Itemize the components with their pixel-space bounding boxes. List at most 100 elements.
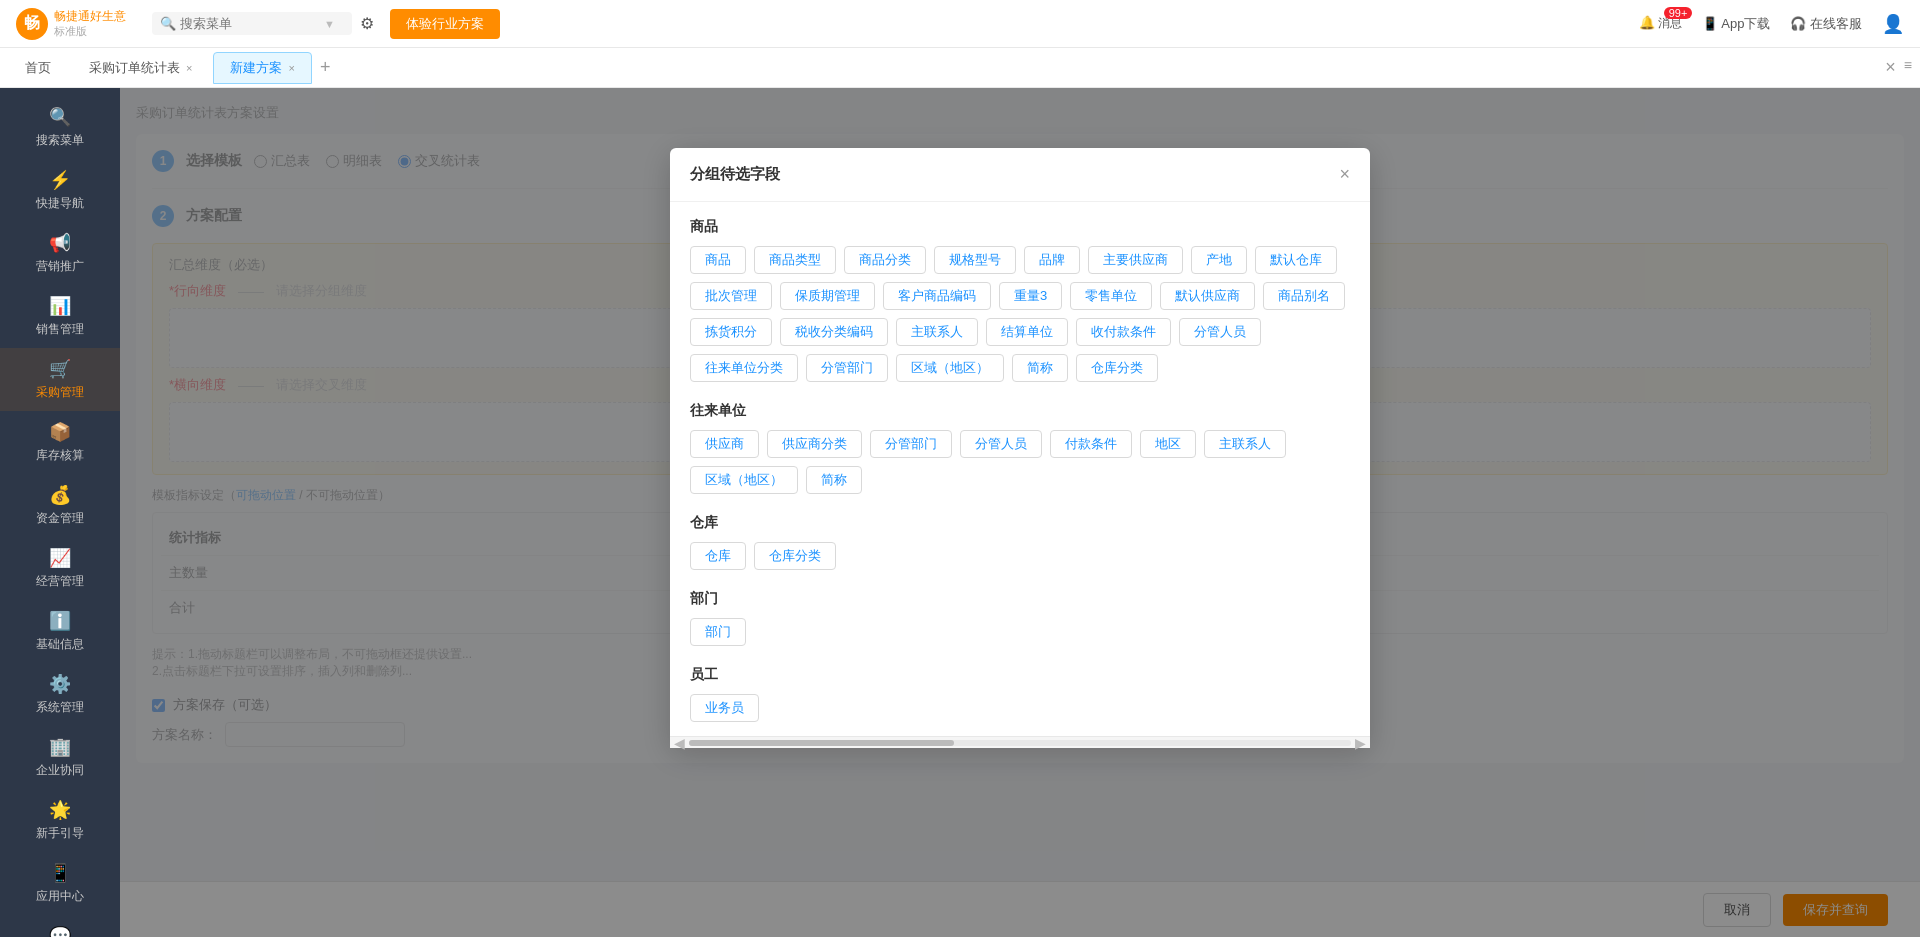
sidebar-item-quick-nav-label: 快捷导航: [36, 195, 84, 212]
online-service-label: 在线客服: [1810, 16, 1862, 31]
tag-warehouse-cat[interactable]: 仓库分类: [1076, 354, 1158, 382]
tag-salesperson[interactable]: 业务员: [690, 694, 759, 722]
appcenter-icon: 📱: [49, 862, 71, 884]
tab-purchase-close-icon[interactable]: ×: [186, 62, 192, 74]
tag-partner-category[interactable]: 往来单位分类: [690, 354, 798, 382]
tag-tax-code[interactable]: 税收分类编码: [780, 318, 888, 346]
user-avatar[interactable]: 👤: [1882, 13, 1904, 35]
logo-icon: 畅: [16, 8, 48, 40]
sidebar-item-inventory-label: 库存核算: [36, 447, 84, 464]
tag-main-contact2[interactable]: 主联系人: [1204, 430, 1286, 458]
app-download[interactable]: 📱 App下载: [1702, 15, 1770, 33]
operation-icon: 📈: [49, 547, 71, 569]
sidebar-item-wechat[interactable]: 💬 企业微信: [0, 915, 120, 937]
tab-menu-icon[interactable]: ≡: [1904, 57, 1912, 78]
sidebar-item-system[interactable]: ⚙️ 系统管理: [0, 663, 120, 726]
tab-home-label: 首页: [25, 59, 51, 77]
sidebar-item-quick-nav[interactable]: ⚡ 快捷导航: [0, 159, 120, 222]
section-employee: 员工 业务员: [690, 666, 1350, 722]
tab-home[interactable]: 首页: [8, 52, 68, 84]
tag-goods[interactable]: 商品: [690, 246, 746, 274]
tag-spec-type[interactable]: 规格型号: [934, 246, 1016, 274]
notification-badge[interactable]: 🔔 99+ 消息: [1639, 15, 1683, 32]
tag-shelf-life[interactable]: 保质期管理: [780, 282, 875, 310]
sidebar-item-newbie[interactable]: 🌟 新手引导: [0, 789, 120, 852]
scroll-right-arrow[interactable]: ▶: [1355, 735, 1366, 751]
tag-pick-points[interactable]: 拣货积分: [690, 318, 772, 346]
sidebar-item-system-label: 系统管理: [36, 699, 84, 716]
horizontal-scrollbar[interactable]: [689, 740, 1351, 746]
sidebar-item-sales[interactable]: 📊 销售管理: [0, 285, 120, 348]
tab-new-plan-close-icon[interactable]: ×: [288, 62, 294, 74]
tab-new-plan-label: 新建方案: [230, 59, 282, 77]
sidebar-item-enterprise[interactable]: 🏢 企业协同: [0, 726, 120, 789]
tag-dept-mgmt[interactable]: 分管部门: [806, 354, 888, 382]
settings-gear-icon[interactable]: ⚙: [360, 14, 374, 33]
section-partner-tags: 供应商 供应商分类 分管部门 分管人员 付款条件 地区 主联系人 区域（地区） …: [690, 430, 1350, 494]
tag-origin[interactable]: 产地: [1191, 246, 1247, 274]
tag-main-supplier[interactable]: 主要供应商: [1088, 246, 1183, 274]
tag-retail-unit[interactable]: 零售单位: [1070, 282, 1152, 310]
sidebar-item-operation[interactable]: 📈 经营管理: [0, 537, 120, 600]
experience-btn[interactable]: 体验行业方案: [390, 9, 500, 39]
tag-supplier[interactable]: 供应商: [690, 430, 759, 458]
sidebar-item-purchase-label: 采购管理: [36, 384, 84, 401]
tag-dept-person2[interactable]: 分管人员: [960, 430, 1042, 458]
headset-icon: 🎧: [1790, 16, 1806, 31]
tag-region[interactable]: 区域（地区）: [896, 354, 1004, 382]
tag-main-contact[interactable]: 主联系人: [896, 318, 978, 346]
tag-payment-terms[interactable]: 收付款条件: [1076, 318, 1171, 346]
modal-scrollbar-area[interactable]: ◀ ▶: [670, 736, 1370, 748]
tag-area2[interactable]: 地区: [1140, 430, 1196, 458]
tag-manager[interactable]: 分管人员: [1179, 318, 1261, 346]
section-employee-tags: 业务员: [690, 694, 1350, 722]
tab-purchase-stats[interactable]: 采购订单统计表 ×: [72, 52, 209, 84]
sidebar-item-inventory[interactable]: 📦 库存核算: [0, 411, 120, 474]
tag-default-warehouse[interactable]: 默认仓库: [1255, 246, 1337, 274]
tag-abbr[interactable]: 简称: [1012, 354, 1068, 382]
tag-customer-code[interactable]: 客户商品编码: [883, 282, 991, 310]
tag-supplier-cat[interactable]: 供应商分类: [767, 430, 862, 458]
logo-text: 畅捷通好生意 标准版: [54, 9, 126, 39]
sidebar: 🔍 搜索菜单 ⚡ 快捷导航 📢 营销推广 📊 销售管理 🛒 采购管理 📦 库存核…: [0, 88, 120, 937]
online-service[interactable]: 🎧 在线客服: [1790, 15, 1862, 33]
search-area[interactable]: 🔍 ▼: [152, 12, 352, 35]
sidebar-item-finance[interactable]: 💰 资金管理: [0, 474, 120, 537]
modal-close-btn[interactable]: ×: [1339, 164, 1350, 185]
tag-region2[interactable]: 区域（地区）: [690, 466, 798, 494]
sidebar-item-newbie-label: 新手引导: [36, 825, 84, 842]
sidebar-item-purchase[interactable]: 🛒 采购管理: [0, 348, 120, 411]
sidebar-item-basic-label: 基础信息: [36, 636, 84, 653]
tag-settlement-unit[interactable]: 结算单位: [986, 318, 1068, 346]
tag-pay-terms2[interactable]: 付款条件: [1050, 430, 1132, 458]
tag-abbr2[interactable]: 简称: [806, 466, 862, 494]
tag-batch-mgmt[interactable]: 批次管理: [690, 282, 772, 310]
section-partner-title: 往来单位: [690, 402, 1350, 420]
tab-new-plan[interactable]: 新建方案 ×: [213, 52, 311, 84]
tag-warehouse-category[interactable]: 仓库分类: [754, 542, 836, 570]
tag-goods-category[interactable]: 商品分类: [844, 246, 926, 274]
search-input[interactable]: [180, 16, 320, 31]
sidebar-item-basic[interactable]: ℹ️ 基础信息: [0, 600, 120, 663]
section-goods-title: 商品: [690, 218, 1350, 236]
tag-dept-mgmt2[interactable]: 分管部门: [870, 430, 952, 458]
tag-default-supplier[interactable]: 默认供应商: [1160, 282, 1255, 310]
search-dropdown-icon[interactable]: ▼: [324, 18, 335, 30]
scroll-left-arrow[interactable]: ◀: [674, 735, 685, 751]
sidebar-item-appcenter[interactable]: 📱 应用中心: [0, 852, 120, 915]
tab-add-icon[interactable]: +: [320, 57, 331, 78]
sidebar-item-marketing[interactable]: 📢 营销推广: [0, 222, 120, 285]
tag-department[interactable]: 部门: [690, 618, 746, 646]
sidebar-item-marketing-label: 营销推广: [36, 258, 84, 275]
tag-warehouse[interactable]: 仓库: [690, 542, 746, 570]
tab-close-all-icon[interactable]: ×: [1885, 57, 1896, 78]
sidebar-item-finance-label: 资金管理: [36, 510, 84, 527]
tag-goods-type[interactable]: 商品类型: [754, 246, 836, 274]
modal-header: 分组待选字段 ×: [670, 148, 1370, 202]
tag-weight3[interactable]: 重量3: [999, 282, 1062, 310]
tag-goods-alias[interactable]: 商品别名: [1263, 282, 1345, 310]
wechat-icon: 💬: [49, 925, 71, 937]
sidebar-item-search[interactable]: 🔍 搜索菜单: [0, 96, 120, 159]
section-warehouse: 仓库 仓库 仓库分类: [690, 514, 1350, 570]
tag-brand[interactable]: 品牌: [1024, 246, 1080, 274]
